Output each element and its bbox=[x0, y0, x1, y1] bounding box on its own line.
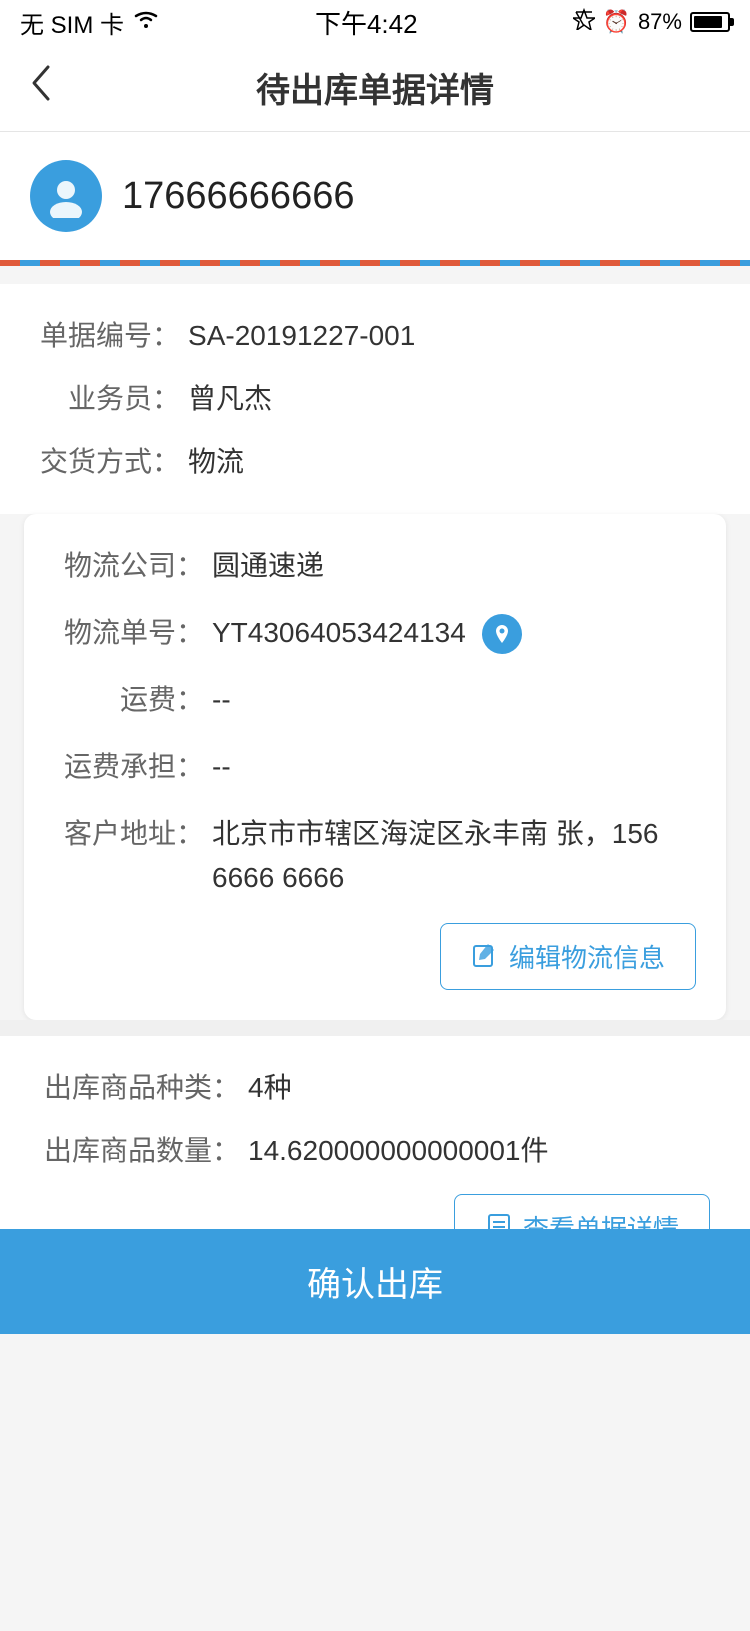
logistics-tracking-row: 物流单号： YT43064053424134 bbox=[54, 611, 696, 656]
logistics-tracking-value: YT43064053424134 bbox=[212, 611, 696, 656]
goods-quantity-value: 14.620000000000001件 bbox=[248, 1129, 710, 1174]
status-left: 无 SIM 卡 bbox=[20, 5, 160, 40]
separator bbox=[0, 1020, 750, 1036]
status-bar: 无 SIM 卡 下午4:42 ⏰ 87% bbox=[0, 0, 750, 44]
delivery-row: 交货方式： 物流 bbox=[40, 440, 710, 485]
goods-quantity-row: 出库商品数量： 14.620000000000001件 bbox=[40, 1129, 710, 1174]
goods-types-row: 出库商品种类： 4种 bbox=[40, 1066, 710, 1111]
goods-types-label: 出库商品种类： bbox=[40, 1066, 240, 1111]
battery-icon bbox=[690, 12, 730, 32]
freight-label: 运费： bbox=[54, 678, 204, 723]
customer-header: 17666666666 bbox=[0, 132, 750, 260]
time-label: 下午4:42 bbox=[315, 4, 418, 41]
page-title: 待出库单据详情 bbox=[256, 63, 494, 112]
order-info-section: 单据编号： SA-20191227-001 业务员： 曾凡杰 交货方式： 物流 bbox=[0, 284, 750, 514]
salesman-value: 曾凡杰 bbox=[188, 377, 710, 422]
freight-value: -- bbox=[212, 678, 696, 723]
edit-logistics-button[interactable]: 编辑物流信息 bbox=[440, 923, 696, 990]
battery-percent: 87% bbox=[638, 9, 682, 35]
bottom-padding bbox=[0, 1511, 750, 1631]
logistics-tracking-label: 物流单号： bbox=[54, 611, 204, 656]
logistics-company-label: 物流公司： bbox=[54, 544, 204, 589]
order-number-value: SA-20191227-001 bbox=[188, 314, 710, 359]
tracking-location-icon[interactable] bbox=[482, 614, 522, 654]
alarm-icon: ⏰ bbox=[603, 9, 630, 35]
address-value: 北京市市辖区海淀区永丰南 张，156 6666 6666 bbox=[212, 812, 696, 902]
goods-types-value: 4种 bbox=[248, 1066, 710, 1111]
avatar bbox=[30, 160, 102, 232]
salesman-row: 业务员： 曾凡杰 bbox=[40, 377, 710, 422]
edit-icon bbox=[471, 943, 499, 971]
order-number-row: 单据编号： SA-20191227-001 bbox=[40, 314, 710, 359]
delivery-value: 物流 bbox=[188, 440, 710, 485]
delivery-label: 交货方式： bbox=[40, 440, 180, 485]
freight-row: 运费： -- bbox=[54, 678, 696, 723]
confirm-button[interactable]: 确认出库 bbox=[307, 1257, 443, 1306]
logistics-company-value: 圆通速递 bbox=[212, 544, 696, 589]
logistics-company-row: 物流公司： 圆通速递 bbox=[54, 544, 696, 589]
freight-bearer-value: -- bbox=[212, 745, 696, 790]
goods-quantity-label: 出库商品数量： bbox=[40, 1129, 240, 1174]
wifi-icon bbox=[132, 8, 160, 36]
back-button[interactable] bbox=[28, 63, 52, 112]
customer-phone: 17666666666 bbox=[122, 175, 354, 218]
carrier-label: 无 SIM 卡 bbox=[20, 5, 124, 40]
address-row: 客户地址： 北京市市辖区海淀区永丰南 张，156 6666 6666 bbox=[54, 812, 696, 902]
freight-bearer-row: 运费承担： -- bbox=[54, 745, 696, 790]
salesman-label: 业务员： bbox=[40, 377, 180, 422]
dashed-divider bbox=[0, 260, 750, 266]
nav-bar: 待出库单据详情 bbox=[0, 44, 750, 132]
location-icon bbox=[573, 8, 595, 36]
confirm-btn-wrapper: 确认出库 bbox=[0, 1229, 750, 1334]
status-right: ⏰ 87% bbox=[573, 8, 730, 36]
address-label: 客户地址： bbox=[54, 812, 204, 857]
freight-bearer-label: 运费承担： bbox=[54, 745, 204, 790]
order-number-label: 单据编号： bbox=[40, 314, 180, 359]
